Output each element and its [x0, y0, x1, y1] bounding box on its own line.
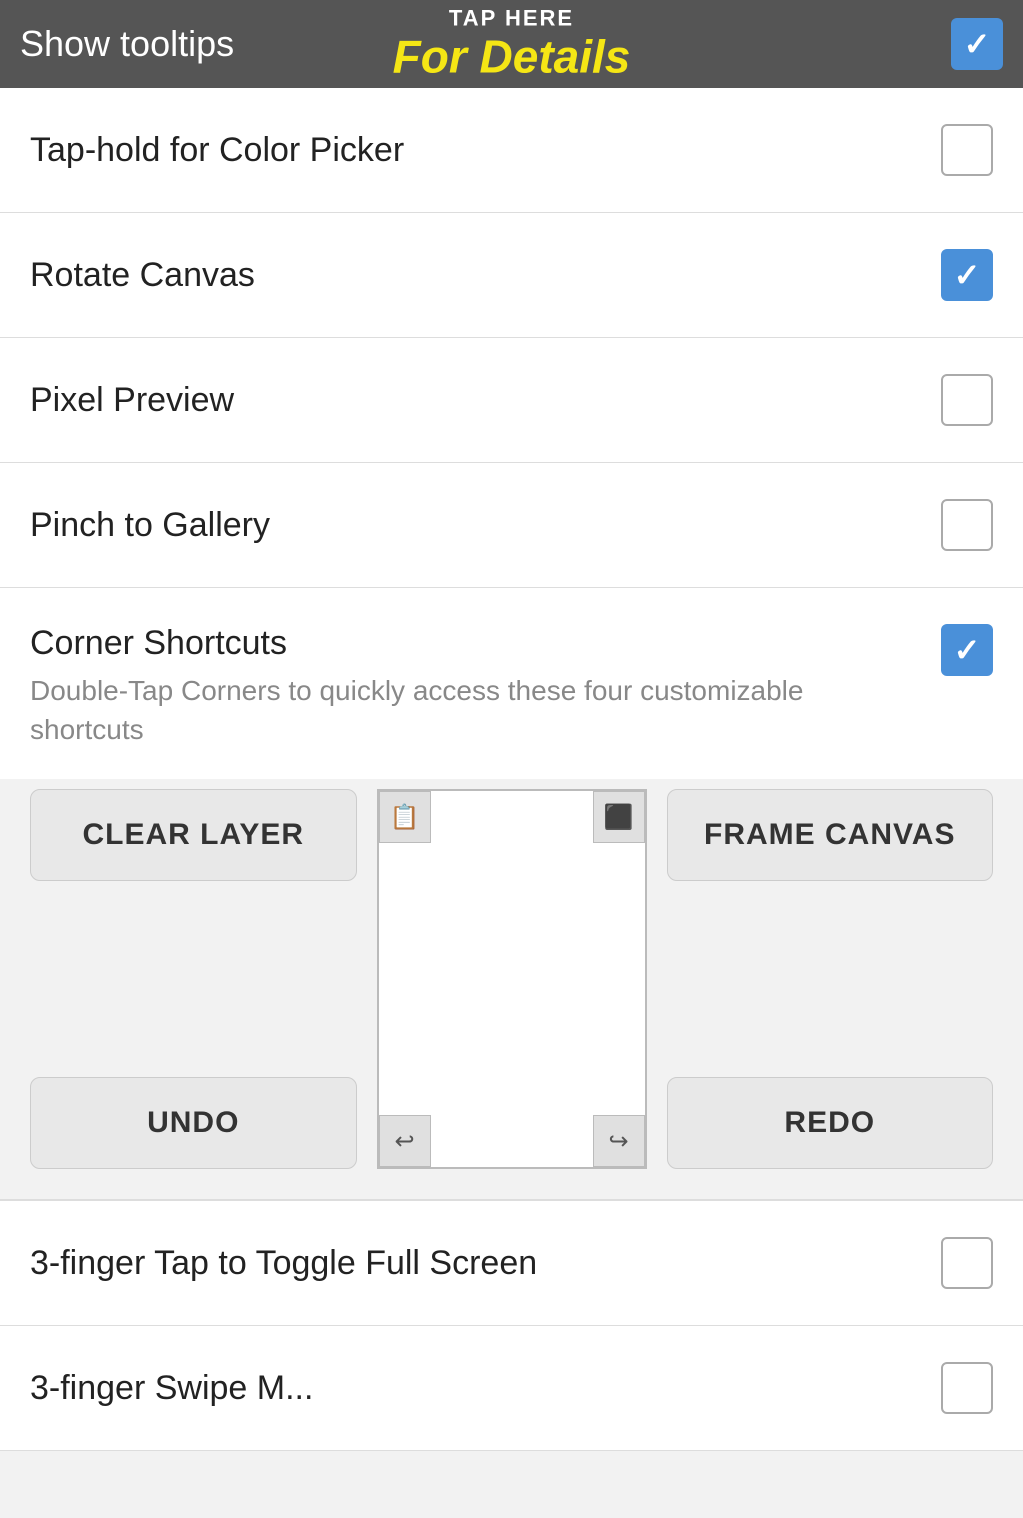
three-finger-toggle-checkbox[interactable]: [941, 1237, 993, 1289]
corner-bl-icon[interactable]: ↩: [379, 1115, 431, 1167]
pixel-preview-title: Pixel Preview: [30, 381, 921, 420]
corner-shortcuts-section: Corner Shortcuts Double-Tap Corners to q…: [0, 588, 1023, 1200]
three-finger-toggle-label: 3-finger Tap to Toggle Full Screen: [30, 1244, 537, 1283]
frame-canvas-button[interactable]: FRAME CANVAS: [667, 789, 994, 881]
settings-list: Tap-hold for Color Picker Rotate Canvas …: [0, 88, 1023, 1200]
pinch-to-gallery-title: Pinch to Gallery: [30, 506, 921, 545]
tap-hold-text: Tap-hold for Color Picker: [30, 131, 941, 170]
redo-arrow-icon: ↪: [608, 1127, 628, 1156]
for-details-text: For Details: [393, 32, 631, 83]
tap-hold-row: Tap-hold for Color Picker: [0, 88, 1023, 213]
stop-icon: ⬛: [604, 803, 634, 832]
corner-shortcuts-checkbox[interactable]: [941, 624, 993, 676]
corner-br-icon[interactable]: ↪: [593, 1115, 645, 1167]
top-banner: Show tooltips TAP HERE For Details: [0, 0, 1023, 88]
corner-shortcuts-desc: Double-Tap Corners to quickly access the…: [30, 671, 921, 749]
canvas-grid: CLEAR LAYER 📋 ⬛ ↩ ↪: [30, 789, 993, 1169]
bottom-right-buttons: REDO: [667, 1077, 994, 1169]
undo-button[interactable]: UNDO: [30, 1077, 357, 1169]
tap-here-overlay: TAP HERE For Details: [393, 6, 631, 83]
pixel-preview-checkbox[interactable]: [941, 374, 993, 426]
tap-here-text: TAP HERE: [393, 6, 631, 32]
rotate-canvas-text: Rotate Canvas: [30, 256, 941, 295]
clipboard-icon: 📋: [390, 803, 420, 832]
show-tooltips-checkbox[interactable]: [951, 18, 1003, 70]
clear-layer-button[interactable]: CLEAR LAYER: [30, 789, 357, 881]
canvas-area: CLEAR LAYER 📋 ⬛ ↩ ↪: [0, 779, 1023, 1199]
pinch-to-gallery-text: Pinch to Gallery: [30, 506, 941, 545]
undo-arrow-icon: ↩: [394, 1127, 414, 1156]
rotate-canvas-row: Rotate Canvas: [0, 213, 1023, 338]
pixel-preview-row: Pixel Preview: [0, 338, 1023, 463]
corner-shortcuts-header: Corner Shortcuts Double-Tap Corners to q…: [0, 588, 1023, 779]
three-finger-swipe-row: 3-finger Swipe M...: [0, 1326, 1023, 1451]
corner-tr-icon[interactable]: ⬛: [593, 791, 645, 843]
corner-shortcuts-text: Corner Shortcuts Double-Tap Corners to q…: [30, 624, 941, 749]
bottom-settings: 3-finger Tap to Toggle Full Screen 3-fin…: [0, 1200, 1023, 1451]
canvas-frame: 📋 ⬛ ↩ ↪: [377, 789, 647, 1169]
three-finger-swipe-checkbox[interactable]: [941, 1362, 993, 1414]
corner-tl-icon[interactable]: 📋: [379, 791, 431, 843]
corner-shortcuts-title: Corner Shortcuts: [30, 624, 921, 663]
rotate-canvas-checkbox[interactable]: [941, 249, 993, 301]
three-finger-swipe-label: 3-finger Swipe M...: [30, 1369, 313, 1408]
tap-hold-checkbox[interactable]: [941, 124, 993, 176]
show-tooltips-label: Show tooltips: [20, 23, 234, 65]
bottom-left-buttons: UNDO: [30, 1077, 357, 1169]
pinch-to-gallery-row: Pinch to Gallery: [0, 463, 1023, 588]
pinch-to-gallery-checkbox[interactable]: [941, 499, 993, 551]
three-finger-toggle-row: 3-finger Tap to Toggle Full Screen: [0, 1201, 1023, 1326]
redo-button[interactable]: REDO: [667, 1077, 994, 1169]
tap-hold-title: Tap-hold for Color Picker: [30, 131, 921, 170]
rotate-canvas-title: Rotate Canvas: [30, 256, 921, 295]
top-left-buttons: CLEAR LAYER: [30, 789, 357, 881]
top-right-buttons: FRAME CANVAS: [667, 789, 994, 881]
pixel-preview-text: Pixel Preview: [30, 381, 941, 420]
